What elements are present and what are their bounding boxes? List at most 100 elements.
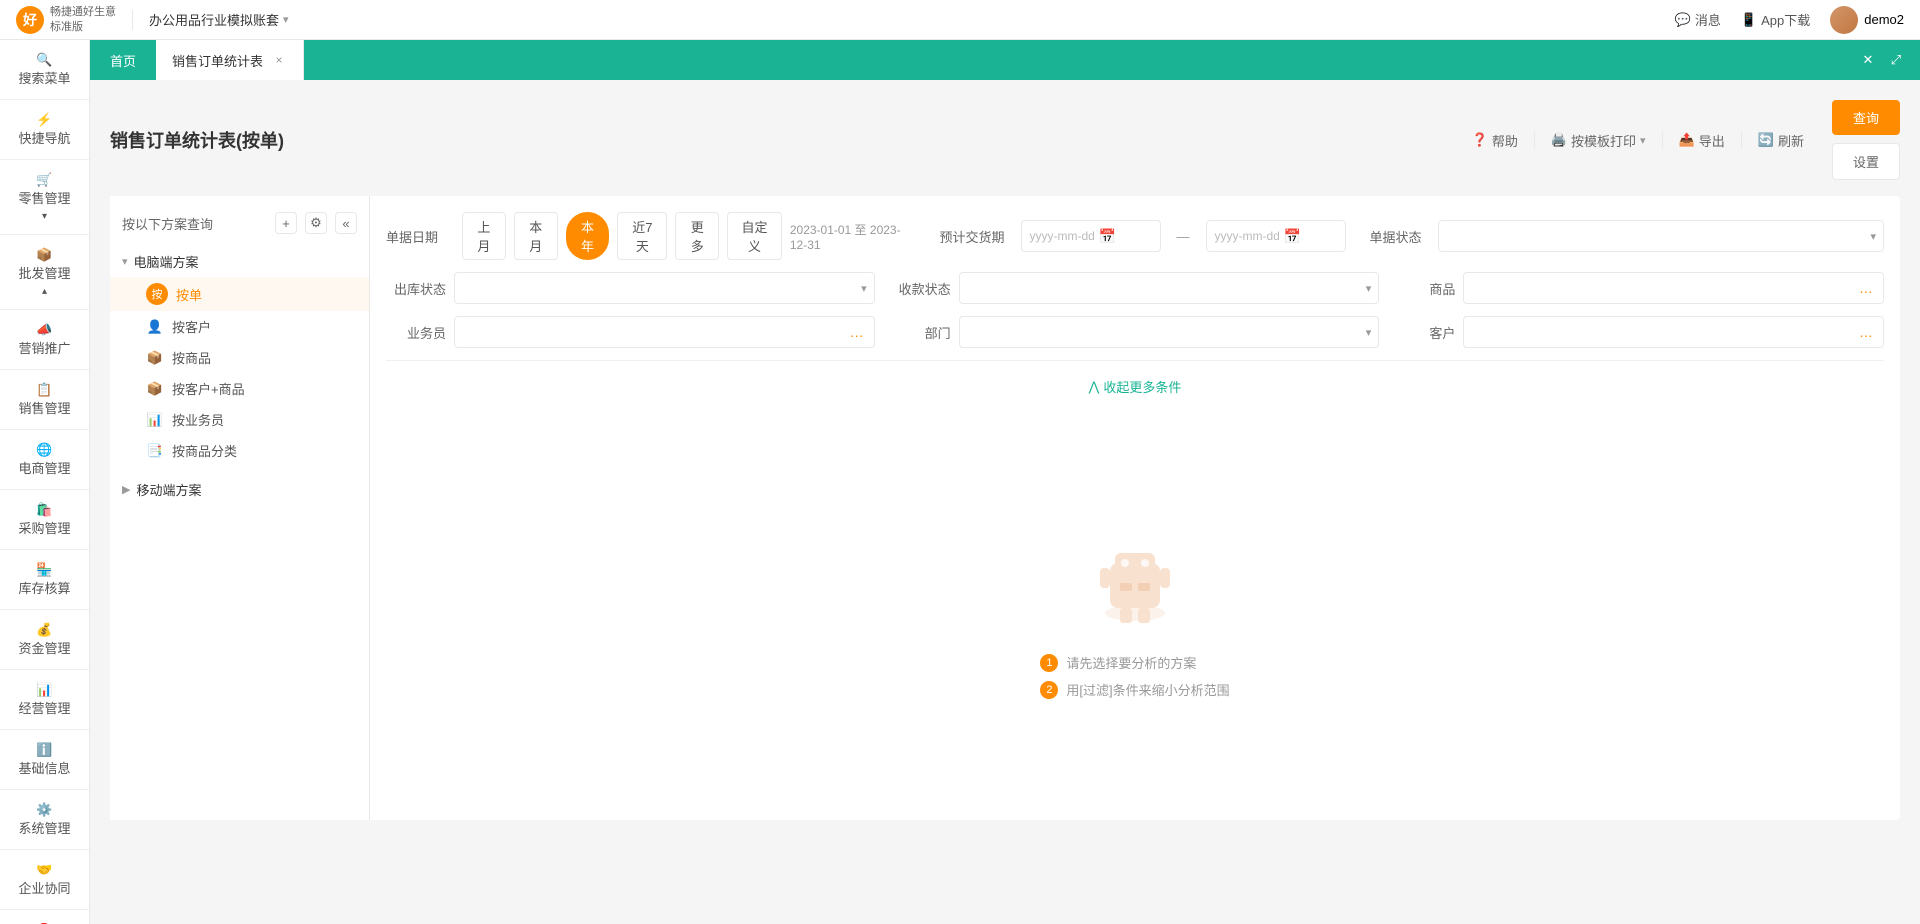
salesperson-label: 业务员	[386, 323, 446, 342]
scheme-item-by-goods[interactable]: 📦 按商品	[110, 342, 369, 373]
scheme-item-label: 按单	[176, 285, 202, 304]
scheme-group-mobile-header[interactable]: ▶ 移动端方案	[110, 474, 369, 505]
sidebar-item-inventory[interactable]: 🏪 库存核算	[0, 550, 89, 610]
finance-icon: 💰	[0, 622, 89, 638]
workspace-selector[interactable]: 办公用品行业模拟账套 ▾	[149, 10, 289, 29]
scheme-collapse-button[interactable]: «	[335, 212, 357, 234]
filter-field-customer: 客户 …	[1395, 316, 1884, 348]
sidebar-item-enterprise[interactable]: 🤝 企业协同	[0, 850, 89, 910]
tab-minimize-button[interactable]: ✕	[1856, 48, 1880, 72]
group-label: 电脑端方案	[134, 252, 199, 271]
scheme-group-desktop-header[interactable]: ▾ 电脑端方案	[110, 246, 369, 277]
refresh-button[interactable]: 🔄 刷新	[1758, 131, 1804, 150]
logo: 好 畅捷通好生意 标准版	[16, 5, 116, 34]
delivery-select[interactable]	[454, 272, 875, 304]
export-button[interactable]: 📤 导出	[1679, 131, 1725, 150]
sales-icon: 📋	[0, 382, 89, 398]
filter-row-3: 业务员 … 部门	[386, 316, 1884, 348]
page-title: 销售订单统计表(按单)	[110, 127, 284, 153]
scheme-item-by-salesperson[interactable]: 📊 按业务员	[110, 404, 369, 435]
collapse-button[interactable]: ⋀ 收起更多条件	[1081, 369, 1190, 404]
workspace-name: 办公用品行业模拟账套	[149, 10, 279, 29]
minimize-icon: ✕	[1863, 52, 1874, 68]
calendar-icon: 📅	[1099, 228, 1116, 245]
mobile-icon: 📱	[1741, 12, 1757, 28]
by-salesperson-icon: 📊	[146, 411, 164, 429]
group-arrow-icon2: ▶	[122, 483, 130, 496]
goods-label: 商品	[1395, 279, 1455, 298]
tab-sales-stat[interactable]: 销售订单统计表 ×	[156, 40, 304, 80]
sidebar-item-finance[interactable]: 💰 资金管理	[0, 610, 89, 670]
template-print-button[interactable]: 🖨️ 按模板打印 ▾	[1551, 131, 1646, 150]
app-download-button[interactable]: 📱 App下载	[1741, 10, 1810, 29]
scheme-item-by-customer-goods[interactable]: 📦 按客户+商品	[110, 373, 369, 404]
scheme-item-label: 按客户+商品	[172, 379, 245, 398]
salesperson-input[interactable]: …	[454, 316, 875, 348]
scheme-item-by-order[interactable]: 按 按单	[110, 277, 369, 311]
help-icon: ❓	[1472, 132, 1488, 148]
settings-button[interactable]: 设置	[1832, 143, 1900, 180]
date-btn-this-year[interactable]: 本年	[566, 212, 610, 260]
sidebar-item-retail[interactable]: 🛒 零售管理 ▾	[0, 160, 89, 235]
goods-more-icon[interactable]: …	[1859, 280, 1873, 296]
scheme-item-by-category[interactable]: 📑 按商品分类	[110, 435, 369, 466]
payment-select[interactable]	[959, 272, 1380, 304]
expected-date-end[interactable]: yyyy-mm-dd 📅	[1206, 220, 1346, 252]
group-label2: 移动端方案	[136, 480, 201, 499]
collapse-icon: ⋀	[1089, 379, 1100, 395]
scheme-panel-title: 按以下方案查询	[122, 214, 267, 233]
department-select[interactable]	[959, 316, 1380, 348]
user-menu[interactable]: demo2	[1830, 6, 1904, 34]
expected-date-start[interactable]: yyyy-mm-dd 📅	[1021, 220, 1161, 252]
empty-tips: 1 请先选择要分析的方案 2 用[过滤]条件来缩小分析范围	[1040, 653, 1229, 707]
help-button[interactable]: ❓ 帮助	[1472, 131, 1518, 150]
filter-row-date: 单据日期 上月 本月 本年 近7天 更多 自定义 2023-01-01 至 20…	[386, 212, 1884, 260]
date-btn-last-month[interactable]: 上月	[462, 212, 506, 260]
query-button[interactable]: 查询	[1832, 100, 1900, 135]
status-select[interactable]	[1438, 220, 1885, 252]
sidebar-item-operations[interactable]: 📊 经营管理	[0, 670, 89, 730]
sidebar-item-purchase[interactable]: 🛍️ 采购管理	[0, 490, 89, 550]
status-filter-label: 单据状态	[1362, 227, 1422, 246]
salesperson-more-icon[interactable]: …	[850, 324, 864, 340]
goods-input[interactable]: …	[1463, 272, 1884, 304]
enterprise-icon: 🤝	[0, 862, 89, 878]
date-btn-more[interactable]: 更多	[675, 212, 719, 260]
sidebar-item-newbie[interactable]: 🎯 新手引导	[0, 910, 89, 924]
customer-more-icon[interactable]: …	[1859, 324, 1873, 340]
date-btn-7days[interactable]: 近7天	[617, 212, 667, 260]
scheme-item-by-customer[interactable]: 👤 按客户	[110, 311, 369, 342]
page-header: 销售订单统计表(按单) ❓ 帮助 🖨️ 按模板打印 ▾ 📤	[110, 100, 1900, 180]
customer-input[interactable]: …	[1463, 316, 1884, 348]
group-arrow-icon: ▾	[122, 255, 128, 268]
sidebar-item-system[interactable]: ⚙️ 系统管理	[0, 790, 89, 850]
export-icon: 📤	[1679, 132, 1695, 148]
scheme-item-label: 按客户	[172, 317, 211, 336]
scheme-add-button[interactable]: +	[275, 212, 297, 234]
sidebar-item-search[interactable]: 🔍 搜索菜单	[0, 40, 89, 100]
sidebar-item-sales[interactable]: 📋 销售管理	[0, 370, 89, 430]
empty-tip-2: 2 用[过滤]条件来缩小分析范围	[1040, 680, 1229, 699]
tab-maximize-button[interactable]: ⤢	[1884, 48, 1908, 72]
message-button[interactable]: 💬 消息	[1675, 10, 1721, 29]
refresh-icon: 🔄	[1758, 132, 1774, 148]
sidebar-item-wholesale[interactable]: 📦 批发管理 ▴	[0, 235, 89, 310]
sidebar-item-marketing[interactable]: 📣 营销推广	[0, 310, 89, 370]
tab-close-button[interactable]: ×	[271, 52, 287, 68]
by-goods-icon: 📦	[146, 349, 164, 367]
filter-field-delivery: 出库状态 ▾	[386, 272, 875, 304]
date-btn-this-month[interactable]: 本月	[514, 212, 558, 260]
sidebar-item-ecommerce[interactable]: 🌐 电商管理	[0, 430, 89, 490]
maximize-icon: ⤢	[1891, 52, 1901, 68]
empty-state-icon	[1085, 533, 1185, 633]
date-filter-label: 单据日期	[386, 227, 446, 246]
scheme-settings-button[interactable]: ⚙	[305, 212, 327, 234]
tab-home[interactable]: 首页	[90, 40, 156, 80]
message-icon: 💬	[1675, 12, 1691, 28]
sidebar-item-basic[interactable]: ℹ️ 基础信息	[0, 730, 89, 790]
customer-label: 客户	[1395, 323, 1455, 342]
filter-field-department: 部门 ▾	[891, 316, 1380, 348]
inventory-icon: 🏪	[0, 562, 89, 578]
date-btn-custom[interactable]: 自定义	[727, 212, 782, 260]
sidebar-item-quicknav[interactable]: ⚡ 快捷导航	[0, 100, 89, 160]
